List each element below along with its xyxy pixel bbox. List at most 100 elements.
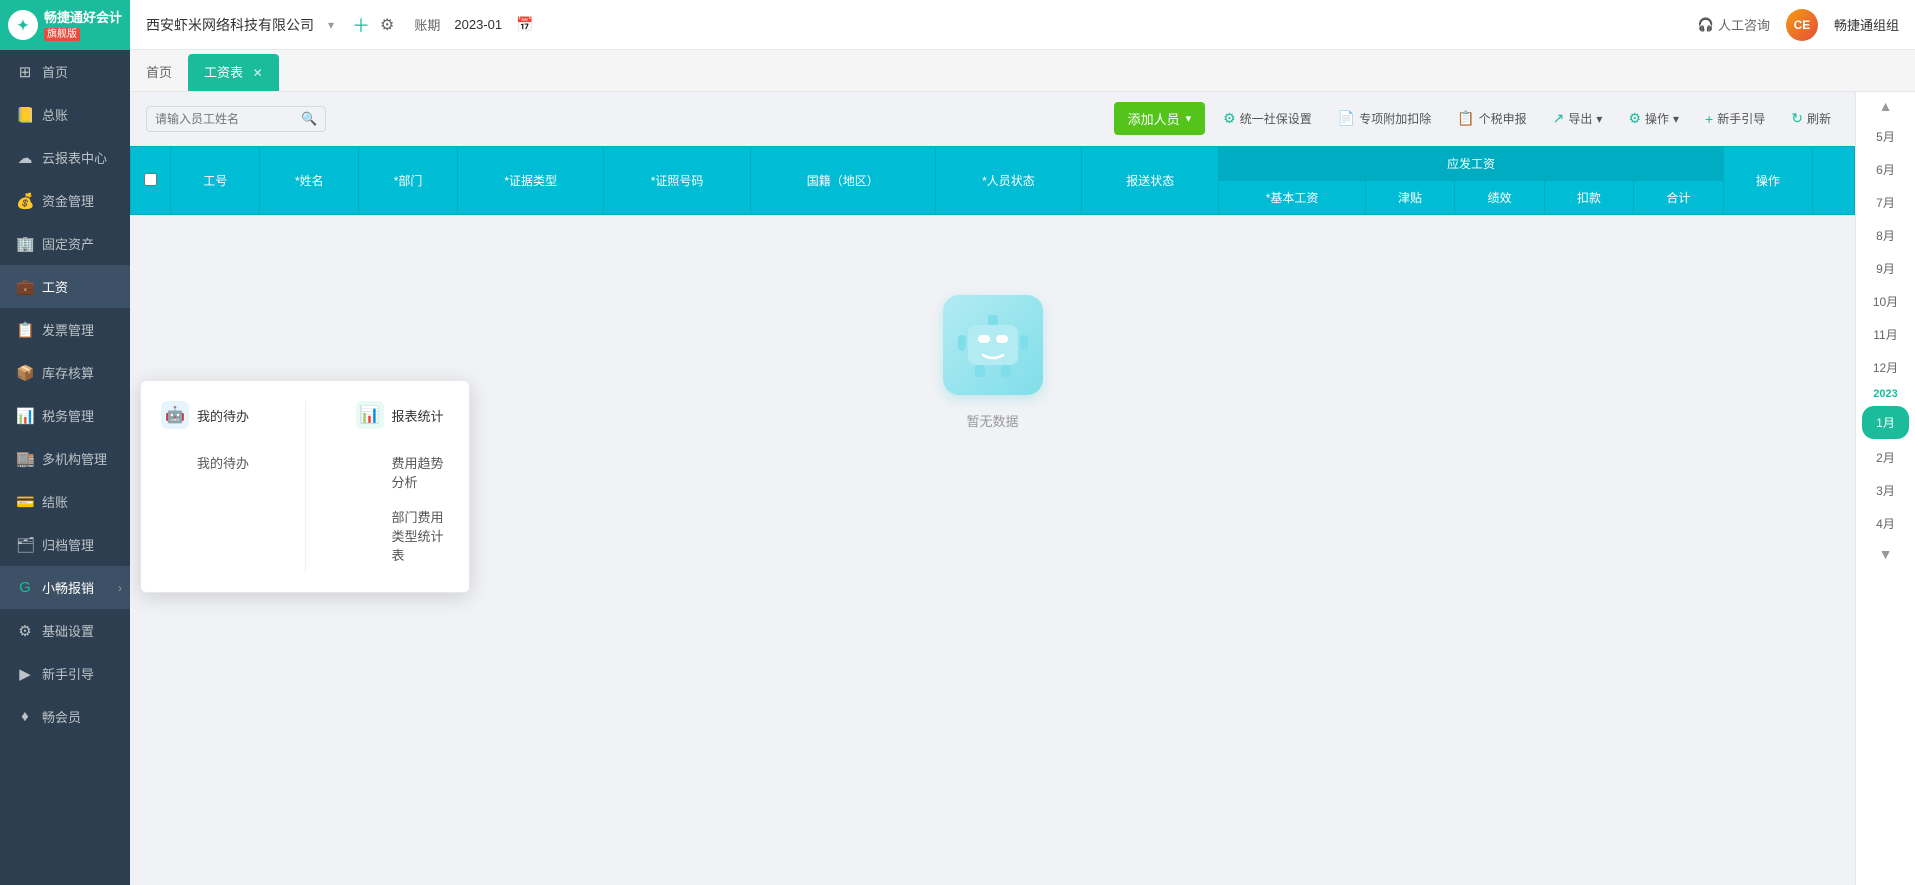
sidebar-item-tax[interactable]: 📊 税务管理 [0, 394, 130, 437]
add-company-button[interactable]: ＋ [352, 12, 370, 38]
special-deduction-button[interactable]: 📄 专项附加扣除 [1330, 106, 1439, 131]
empty-text: 暂无数据 [966, 411, 1018, 430]
sidebar-item-invoice[interactable]: 📋 发票管理 [0, 308, 130, 351]
add-person-dropdown-arrow: ▾ [1186, 112, 1192, 125]
th-nationality: 国籍（地区） [750, 147, 935, 215]
popup-menu: 🤖 我的待办 我的待办 📊 报表统计 费用趋势分析 部门费用类型统计表 [140, 380, 470, 593]
sidebar-item-xiaochang[interactable]: G 小畅报销 › [0, 566, 130, 609]
current-year-label: 2023 [1856, 384, 1915, 404]
service-button[interactable]: 🎧 人工咨询 [1698, 15, 1770, 34]
th-operation [1813, 147, 1855, 215]
ledger-icon: 📒 [16, 106, 34, 124]
user-name[interactable]: 畅捷通组组 [1834, 15, 1899, 34]
invoice-icon: 📋 [16, 321, 34, 339]
calendar-icon[interactable]: 📅 [516, 16, 533, 33]
popup-col-2: 📊 报表统计 费用趋势分析 部门费用类型统计表 [356, 401, 450, 572]
search-icon[interactable]: 🔍 [301, 111, 317, 127]
tab-close-salary[interactable]: ✕ [253, 66, 263, 80]
export-dropdown-arrow: ▾ [1596, 112, 1602, 126]
month-2022-10[interactable]: 10月 [1856, 285, 1915, 318]
tab-salary[interactable]: 工资表 ✕ [188, 54, 279, 91]
member-icon: ♦ [16, 708, 34, 725]
th-name: *姓名 [260, 147, 359, 215]
th-total: 合计 [1634, 181, 1723, 215]
popup-item-my-todo[interactable]: 我的待办 [161, 445, 255, 480]
home-icon: ⊞ [16, 63, 34, 81]
salary-table: 工号 *姓名 *部门 *证据类型 *证照号码 国籍（地区） *人员状态 报送状态… [130, 146, 1855, 215]
month-2023-3[interactable]: 3月 [1856, 474, 1915, 507]
search-input[interactable] [155, 112, 295, 126]
add-person-button[interactable]: 添加人员 ▾ [1114, 102, 1206, 135]
sidebar-item-ledger[interactable]: 📒 总账 [0, 93, 130, 136]
company-dropdown-arrow[interactable]: ▾ [328, 18, 334, 32]
sidebar-item-salary[interactable]: 💼 工资 [0, 265, 130, 308]
sidebar-item-multi[interactable]: 🏬 多机构管理 [0, 437, 130, 480]
assets-icon: 🏢 [16, 235, 34, 253]
th-report-status: 报送状态 [1082, 147, 1219, 215]
period-label: 账期 [414, 15, 440, 34]
expand-arrow: › [118, 581, 122, 595]
sidebar: ✦ 畅捷通好会计 旗舰版 ⊞ 首页 📒 总账 ☁ 云报表中心 💰 资金管理 🏢 … [0, 0, 130, 885]
guide-button[interactable]: + 新手引导 [1697, 106, 1773, 131]
popup-col2-icon: 📊 [356, 401, 384, 429]
popup-col2-title: 📊 报表统计 [356, 401, 450, 429]
month-2022-7[interactable]: 7月 [1856, 186, 1915, 219]
guide-icon: + [1705, 111, 1713, 127]
sidebar-item-guide[interactable]: ▶ 新手引导 [0, 652, 130, 695]
archive-icon: 🗂 [16, 536, 34, 554]
sidebar-item-basic[interactable]: ⚙ 基础设置 [0, 609, 130, 652]
popup-col1-title: 🤖 我的待办 [161, 401, 255, 429]
th-id-number: *证照号码 [604, 147, 750, 215]
th-bonus: 津贴 [1365, 181, 1454, 215]
sidebar-item-settlement[interactable]: 💳 结账 [0, 480, 130, 523]
month-2023-4[interactable]: 4月 [1856, 507, 1915, 540]
select-all-checkbox[interactable] [144, 173, 157, 186]
logo-icon: ✦ [8, 10, 38, 40]
operation-dropdown-arrow: ▾ [1673, 112, 1679, 126]
export-button[interactable]: ↗ 导出 ▾ [1545, 106, 1611, 131]
month-2023-2[interactable]: 2月 [1856, 441, 1915, 474]
guide-icon: ▶ [16, 665, 34, 683]
tab-home[interactable]: 首页 [130, 54, 188, 91]
month-2022-9[interactable]: 9月 [1856, 252, 1915, 285]
sidebar-item-archive[interactable]: 🗂 归档管理 [0, 523, 130, 566]
month-2022-8[interactable]: 8月 [1856, 219, 1915, 252]
sidebar-item-home[interactable]: ⊞ 首页 [0, 50, 130, 93]
social-insurance-button[interactable]: ⚙ 统一社保设置 [1215, 106, 1320, 131]
popup-divider [305, 401, 306, 572]
sidebar-item-member[interactable]: ♦ 畅会员 [0, 695, 130, 738]
month-picker-down[interactable]: ▼ [1856, 540, 1915, 568]
month-current[interactable]: 1月 [1862, 406, 1909, 439]
th-department: *部门 [359, 147, 458, 215]
month-2022-12[interactable]: 12月 [1856, 351, 1915, 384]
avatar[interactable]: CE [1786, 9, 1818, 41]
operation-button[interactable]: ⚙ 操作 ▾ [1620, 106, 1687, 131]
month-picker-up[interactable]: ▲ [1856, 92, 1915, 120]
th-salary-group: 应发工资 [1219, 147, 1723, 181]
tax-report-button[interactable]: 📋 个税申报 [1449, 106, 1534, 131]
app-logo[interactable]: ✦ 畅捷通好会计 旗舰版 [0, 0, 130, 50]
salary-icon: 💼 [16, 278, 34, 296]
month-2022-5[interactable]: 5月 [1856, 120, 1915, 153]
sidebar-item-funds[interactable]: 💰 资金管理 [0, 179, 130, 222]
month-2022-11[interactable]: 11月 [1856, 318, 1915, 351]
sidebar-item-inventory[interactable]: 📦 库存核算 [0, 351, 130, 394]
headset-icon: 🎧 [1698, 17, 1714, 33]
top-bar-right: 🎧 人工咨询 CE 畅捷通组组 [1698, 9, 1899, 41]
cloud-icon: ☁ [16, 149, 34, 167]
toolbar-actions: 添加人员 ▾ ⚙ 统一社保设置 📄 专项附加扣除 📋 个税申报 [1114, 102, 1839, 135]
popup-item-cost-trend[interactable]: 费用趋势分析 [356, 445, 450, 499]
sidebar-item-assets[interactable]: 🏢 固定资产 [0, 222, 130, 265]
th-base-salary: *基本工资 [1219, 181, 1365, 215]
refresh-button[interactable]: ↻ 刷新 [1783, 106, 1839, 131]
settlement-icon: 💳 [16, 493, 34, 511]
popup-item-dept-cost[interactable]: 部门费用类型统计表 [356, 499, 450, 572]
month-2022-6[interactable]: 6月 [1856, 153, 1915, 186]
xiaochang-icon: G [16, 579, 34, 596]
th-deduction: 扣款 [1544, 181, 1633, 215]
th-performance: 绩效 [1455, 181, 1544, 215]
settings-button[interactable]: ⚙ [380, 15, 394, 35]
tax-icon: 📊 [16, 407, 34, 425]
th-checkbox[interactable] [131, 147, 171, 215]
sidebar-item-reports[interactable]: ☁ 云报表中心 [0, 136, 130, 179]
